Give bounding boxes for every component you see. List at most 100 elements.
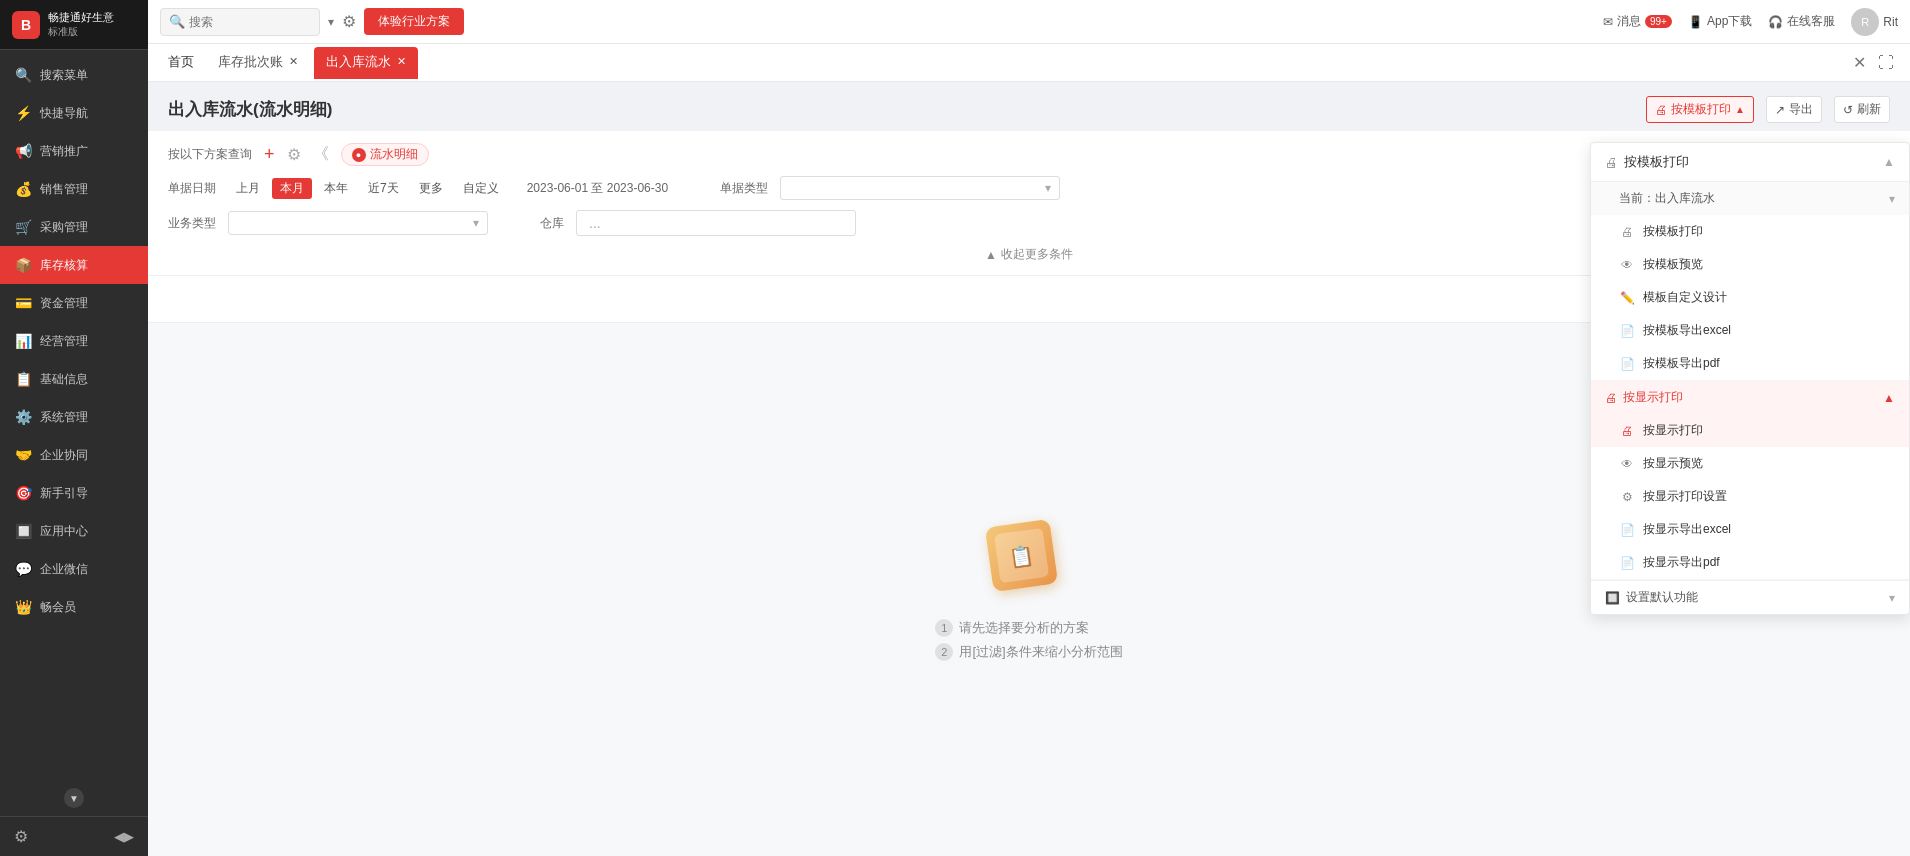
sidebar-item-search[interactable]: 🔍 搜索菜单 [0,56,148,94]
date-tab-custom[interactable]: 自定义 [455,178,507,199]
filter-add-btn[interactable]: + [264,144,275,165]
sidebar-item-marketing[interactable]: 📢 营销推广 [0,132,148,170]
guide-icon: 🎯 [14,484,32,502]
app-name: 畅捷通好生意 [48,10,114,25]
dropdown-export-excel-display[interactable]: 📄 按显示导出excel [1591,513,1909,546]
sidebar-item-label: 营销推广 [40,143,88,160]
filter-tag-flow[interactable]: ● 流水明细 [341,143,429,166]
dropdown-print-display[interactable]: 🖨 按显示打印 [1591,414,1909,447]
sidebar-item-purchase[interactable]: 🛒 采购管理 [0,208,148,246]
tab-flow-label: 出入库流水 [326,53,391,71]
date-tab-more[interactable]: 更多 [411,178,451,199]
dropdown-footer[interactable]: 🔲 设置默认功能 ▾ [1591,580,1909,614]
app-download-label: App下载 [1707,13,1752,30]
date-tab-this-month[interactable]: 本月 [272,178,312,199]
app-download-btn[interactable]: 📱 App下载 [1688,13,1752,30]
tab-home[interactable]: 首页 [160,47,202,79]
customer-service-btn[interactable]: 🎧 在线客服 [1768,13,1835,30]
dropdown-preview-display[interactable]: 👁 按显示预览 [1591,447,1909,480]
sidebar-item-label: 销售管理 [40,181,88,198]
display-print-icon: 🖨 [1605,391,1617,405]
tab-batch-label: 库存批次账 [218,53,283,71]
date-tab-7days[interactable]: 近7天 [360,178,407,199]
dropdown-group-chevron[interactable]: ▲ [1883,391,1895,405]
collapse-icon: ▲ [985,248,997,262]
tab-flow-close[interactable]: ✕ [397,55,406,68]
search-input[interactable] [189,15,311,29]
print-chevron-up[interactable]: ▲ [1735,104,1745,115]
dropdown-export-excel-template[interactable]: 📄 按模板导出excel [1591,314,1909,347]
sidebar-item-guide[interactable]: 🎯 新手引导 [0,474,148,512]
sidebar-item-operation[interactable]: 📊 经营管理 [0,322,148,360]
page-actions: 🖨 按模板打印 ▲ ↗ 导出 ↺ 刷新 [1646,96,1890,123]
date-tab-this-year[interactable]: 本年 [316,178,356,199]
dropdown-current-item: 当前：出入库流水 ▾ [1591,182,1909,215]
topbar-search-box[interactable]: 🔍 [160,8,320,36]
dropdown-export-pdf-template[interactable]: 📄 按模板导出pdf [1591,347,1909,380]
biz-type-label: 业务类型 [168,215,216,232]
refresh-label: 刷新 [1857,101,1881,118]
warehouse-select[interactable]: ... [576,210,856,236]
sidebar-item-label: 畅会员 [40,599,76,616]
notifications-label: 消息 [1617,13,1641,30]
dropdown-settings-display-label: 按显示打印设置 [1643,488,1727,505]
dropdown-print-template[interactable]: 🖨 按模板打印 [1591,215,1909,248]
sidebar-scroll-down[interactable]: ▼ [64,788,84,808]
sidebar-item-system[interactable]: ⚙️ 系统管理 [0,398,148,436]
sidebar-collapse-icon[interactable]: ◀▶ [114,829,134,844]
warehouse-more[interactable]: ... [589,215,601,231]
dropdown-export-pdf-display[interactable]: 📄 按显示导出pdf [1591,546,1909,579]
user-avatar-area[interactable]: R Rit [1851,8,1898,36]
sidebar-settings-icon[interactable]: ⚙ [14,827,28,846]
expand-icon[interactable]: ⛶ [1874,50,1898,76]
sidebar-item-inventory[interactable]: 📦 库存核算 [0,246,148,284]
notifications-btn[interactable]: ✉ 消息 99+ [1603,13,1672,30]
sidebar-item-member[interactable]: 👑 畅会员 [0,588,148,626]
doc-type-select[interactable]: ▾ [780,176,1060,200]
date-label: 单据日期 [168,180,216,197]
dropdown-print-template-label: 按模板打印 [1643,223,1703,240]
printer-icon: 🖨 [1655,103,1667,117]
export-label: 导出 [1789,101,1813,118]
step-2-text: 用[过滤]条件来缩小分析范围 [959,643,1122,661]
tab-batch[interactable]: 库存批次账 ✕ [206,47,310,79]
filter-collapse-icon[interactable]: 《 [313,144,329,165]
sidebar-item-quick-nav[interactable]: ⚡ 快捷导航 [0,94,148,132]
dropdown-settings-display[interactable]: ⚙ 按显示打印设置 [1591,480,1909,513]
tab-batch-close[interactable]: ✕ [289,55,298,68]
sidebar-item-label: 经营管理 [40,333,88,350]
refresh-btn[interactable]: ↺ 刷新 [1834,96,1890,123]
sidebar-item-coop[interactable]: 🤝 企业协同 [0,436,148,474]
dropdown-collapse-icon[interactable]: ▲ [1883,155,1895,169]
print-template-btn[interactable]: 🖨 按模板打印 ▲ [1646,96,1754,123]
sidebar-item-label: 应用中心 [40,523,88,540]
refresh-icon: ↺ [1843,103,1853,117]
biz-type-select[interactable]: ▾ [228,211,488,235]
user-avatar: R [1851,8,1879,36]
tab-flow[interactable]: 出入库流水 ✕ [314,47,418,79]
settings-display-icon: ⚙ [1619,489,1635,505]
topbar-dropdown-icon[interactable]: ▾ [328,15,334,29]
empty-step-2: 2 用[过滤]条件来缩小分析范围 [935,643,1122,661]
sidebar-item-label: 系统管理 [40,409,88,426]
export-btn[interactable]: ↗ 导出 [1766,96,1822,123]
sidebar-item-apps[interactable]: 🔲 应用中心 [0,512,148,550]
apps-icon: 🔲 [14,522,32,540]
sidebar-footer: ⚙ ◀▶ [0,816,148,856]
dropdown-group-header[interactable]: 🖨 按显示打印 ▲ [1591,381,1909,414]
dropdown-custom-template[interactable]: ✏️ 模板自定义设计 [1591,281,1909,314]
notifications-icon: ✉ [1603,15,1613,29]
collapse-more-btn[interactable]: ▲ 收起更多条件 [985,246,1073,263]
biz-type-chevron: ▾ [473,216,479,230]
date-tab-last-month[interactable]: 上月 [228,178,268,199]
filter-settings-btn[interactable]: ⚙ [287,145,301,164]
dropdown-preview-template[interactable]: 👁 按模板预览 [1591,248,1909,281]
sidebar-item-basic[interactable]: 📋 基础信息 [0,360,148,398]
sidebar-item-sales[interactable]: 💰 销售管理 [0,170,148,208]
close-tab-icon[interactable]: ✕ [1849,49,1870,76]
topbar-settings-icon[interactable]: ⚙ [342,12,356,31]
doc-type-label: 单据类型 [720,180,768,197]
sidebar-item-finance[interactable]: 💳 资金管理 [0,284,148,322]
industry-btn[interactable]: 体验行业方案 [364,8,464,35]
sidebar-item-wechat[interactable]: 💬 企业微信 [0,550,148,588]
